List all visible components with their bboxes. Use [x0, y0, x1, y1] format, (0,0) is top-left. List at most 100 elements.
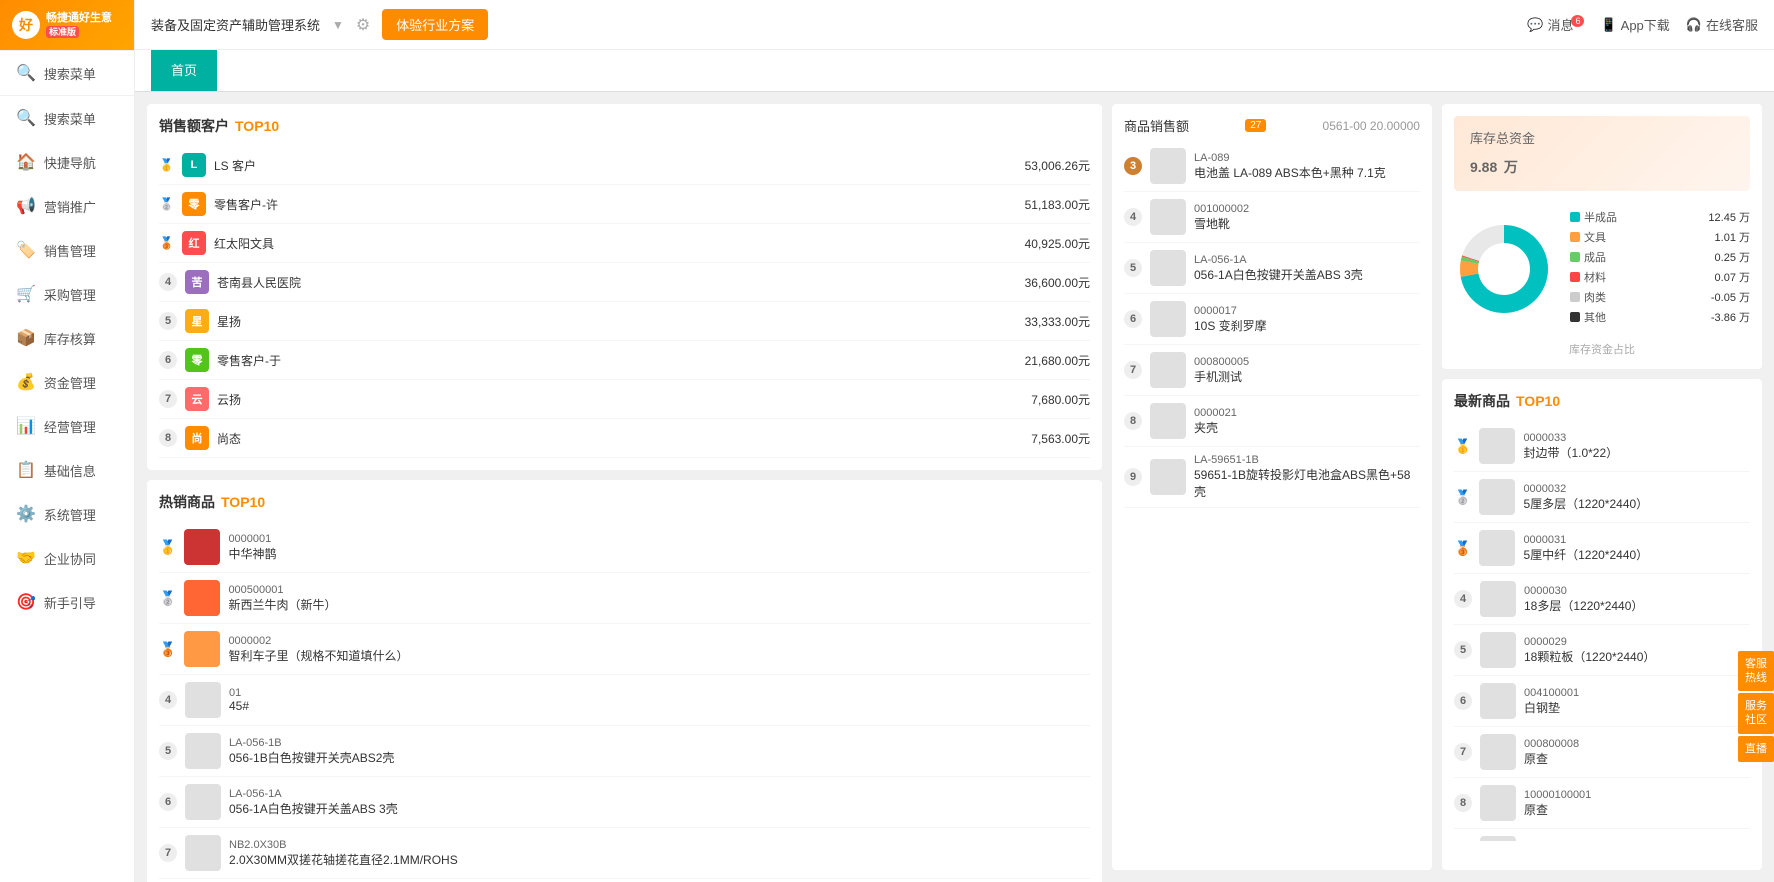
sidebar-item-10[interactable]: 🤝企业协同	[0, 536, 134, 580]
main-content: 销售额客户 TOP10 🥇 L LS 客户 53,006.26元 🥈 零 零售客…	[135, 92, 1774, 882]
trial-button[interactable]: 体验行业方案	[382, 9, 488, 40]
sidebar-item-2[interactable]: 📢营销推广	[0, 184, 134, 228]
legend-value: 0.07 万	[1715, 269, 1750, 285]
rank-amount: 33,333.00元	[1025, 313, 1090, 330]
rank-amount: 53,006.26元	[1025, 157, 1090, 174]
legend-label: 文具	[1584, 229, 1606, 245]
product-item: 6 LA-056-1A 056-1A白色按键开关盖ABS 3壳	[159, 777, 1090, 828]
sales-product-item: 3 LA-089 电池盖 LA-089 ABS本色+黑种 7.1克	[1124, 141, 1420, 192]
product-name: 59651-1B旋转投影灯电池盒ABS黑色+58壳	[1194, 466, 1420, 500]
product-thumb	[184, 631, 220, 667]
legend-label: 成品	[1584, 249, 1606, 265]
float-btn-2[interactable]: 直播	[1738, 736, 1774, 762]
float-btn-0[interactable]: 客服 热线	[1738, 651, 1774, 692]
product-code: 0000002	[228, 635, 1090, 647]
col-mid: 商品销售额 27 0561-00 20.00000 3 LA-089 电池盖 L…	[1112, 104, 1432, 870]
product-thumb	[1480, 683, 1516, 719]
tab-home[interactable]: 首页	[151, 50, 217, 91]
rank-number: 6	[1454, 692, 1472, 710]
sidebar-label-4: 采购管理	[44, 285, 96, 304]
float-btn-1[interactable]: 服务 社区	[1738, 693, 1774, 734]
new-product-item: 4 0000030 18多层（1220*2440）	[1454, 574, 1750, 625]
product-name: 056-1A白色按键开关盖ABS 3壳	[229, 800, 1090, 817]
online-service-button[interactable]: 🎧 在线客服	[1686, 15, 1758, 34]
sidebar-icon-10: 🤝	[16, 548, 36, 568]
rank-number: 8	[1454, 794, 1472, 812]
product-code: LA-056-1A	[229, 788, 1090, 800]
rank-number: 5	[1454, 641, 1472, 659]
product-name: 雪地靴	[1194, 215, 1420, 232]
product-info: LA-056-1A 056-1A白色按键开关盖ABS 3壳	[229, 788, 1090, 817]
sidebar-item-3[interactable]: 🏷️销售管理	[0, 228, 134, 272]
sidebar-nav: 🔍搜索菜单🏠快捷导航📢营销推广🏷️销售管理🛒采购管理📦库存核算💰资金管理📊经营管…	[0, 96, 134, 624]
sidebar-search[interactable]: 🔍 搜索菜单	[0, 50, 134, 96]
product-name: 2.0X30MM双搓花轴搓花直径2.1MM/ROHS	[229, 851, 1090, 868]
sidebar-icon-8: 📋	[16, 460, 36, 480]
product-code: 0000017	[1194, 305, 1420, 317]
dropdown-icon[interactable]: ▼	[332, 18, 344, 32]
sidebar-item-6[interactable]: 💰资金管理	[0, 360, 134, 404]
sidebar-item-7[interactable]: 📊经营管理	[0, 404, 134, 448]
product-info: LA-056-1A 056-1A白色按键开关盖ABS 3壳	[1194, 254, 1420, 283]
tab-nav: 首页	[135, 50, 1774, 92]
legend-dot	[1570, 252, 1580, 262]
rank-name: 苍南县人民医院	[217, 274, 1017, 291]
rank-number: 4	[1124, 208, 1142, 226]
product-code: 0000021	[1194, 407, 1420, 419]
product-thumb	[1479, 428, 1515, 464]
product-thumb	[1150, 459, 1186, 495]
product-code: 0000001	[228, 533, 1090, 545]
product-code: LA-089	[1194, 152, 1420, 164]
rank-number: 6	[1124, 310, 1142, 328]
logo-text: 畅捷通好生意 标准版	[46, 11, 112, 40]
product-name: 18多层（1220*2440）	[1524, 597, 1750, 614]
product-thumb	[185, 733, 221, 769]
product-info: LA-056-1B 056-1B白色按键开关壳ABS2壳	[229, 737, 1090, 766]
sidebar-icon-5: 📦	[16, 328, 36, 348]
rank-item: 6 零 零售客户-于 21,680.00元	[159, 341, 1090, 380]
legend-value: 1.01 万	[1715, 229, 1750, 245]
product-thumb	[1479, 479, 1515, 515]
legend-dot	[1570, 272, 1580, 282]
product-code: LA-59651-1B	[1194, 454, 1420, 466]
product-info: LA-089 电池盖 LA-089 ABS本色+黑种 7.1克	[1194, 152, 1420, 181]
legend-dot	[1570, 312, 1580, 322]
rank-item: 🥈 零 零售客户-许 51,183.00元	[159, 185, 1090, 224]
search-icon: 🔍	[16, 63, 36, 83]
product-code: 004100001	[1524, 687, 1750, 699]
sidebar-item-4[interactable]: 🛒采购管理	[0, 272, 134, 316]
rank-name: 尚态	[217, 430, 1023, 447]
product-info: 0000033 封边带（1.0*22）	[1523, 432, 1750, 461]
product-name: 45#	[229, 699, 1090, 713]
product-info: 0000031 5厘中纤（1220*2440）	[1523, 534, 1750, 563]
rank-name: 星扬	[217, 313, 1017, 330]
product-info: 000500001 新西兰牛肉（新牛）	[228, 584, 1090, 613]
sidebar-label-2: 营销推广	[44, 197, 96, 216]
new-products-card: 最新商品 TOP10 🥇 0000033 封边带（1.0*22） 🥈 00000…	[1442, 379, 1762, 870]
sidebar-item-5[interactable]: 📦库存核算	[0, 316, 134, 360]
sidebar-label-3: 销售管理	[44, 241, 96, 260]
product-info: 10000100001 原查	[1524, 789, 1750, 818]
app-download-button[interactable]: 📱 App下载	[1600, 15, 1669, 34]
legend-label: 半成品	[1584, 209, 1617, 225]
rank-avatar: 零	[182, 192, 206, 216]
sidebar-item-11[interactable]: 🎯新手引导	[0, 580, 134, 624]
inventory-title: 库存总资金	[1470, 128, 1734, 147]
rank-item: 5 星 星扬 33,333.00元	[159, 302, 1090, 341]
hot-products-title: 热销商品 TOP10	[159, 492, 1090, 512]
product-name: 封边带（1.0*22）	[1523, 444, 1750, 461]
sidebar-label-6: 资金管理	[44, 373, 96, 392]
rank-amount: 7,563.00元	[1031, 430, 1090, 447]
sidebar-item-0[interactable]: 🔍搜索菜单	[0, 96, 134, 140]
product-name: 手机测试	[1194, 368, 1420, 385]
rank-number: 5	[1124, 259, 1142, 277]
sidebar-item-9[interactable]: ⚙️系统管理	[0, 492, 134, 536]
legend-label: 其他	[1584, 309, 1606, 325]
product-name: 白钢垫	[1524, 699, 1750, 716]
sidebar-item-1[interactable]: 🏠快捷导航	[0, 140, 134, 184]
product-info: 004100001 白钢垫	[1524, 687, 1750, 716]
main-area: 装备及固定资产辅助管理系统 ▼ ⚙ 体验行业方案 💬 消息 6 📱 App下载 …	[135, 0, 1774, 882]
gear-icon[interactable]: ⚙	[356, 15, 370, 35]
message-button[interactable]: 💬 消息 6	[1527, 15, 1584, 34]
sidebar-item-8[interactable]: 📋基础信息	[0, 448, 134, 492]
